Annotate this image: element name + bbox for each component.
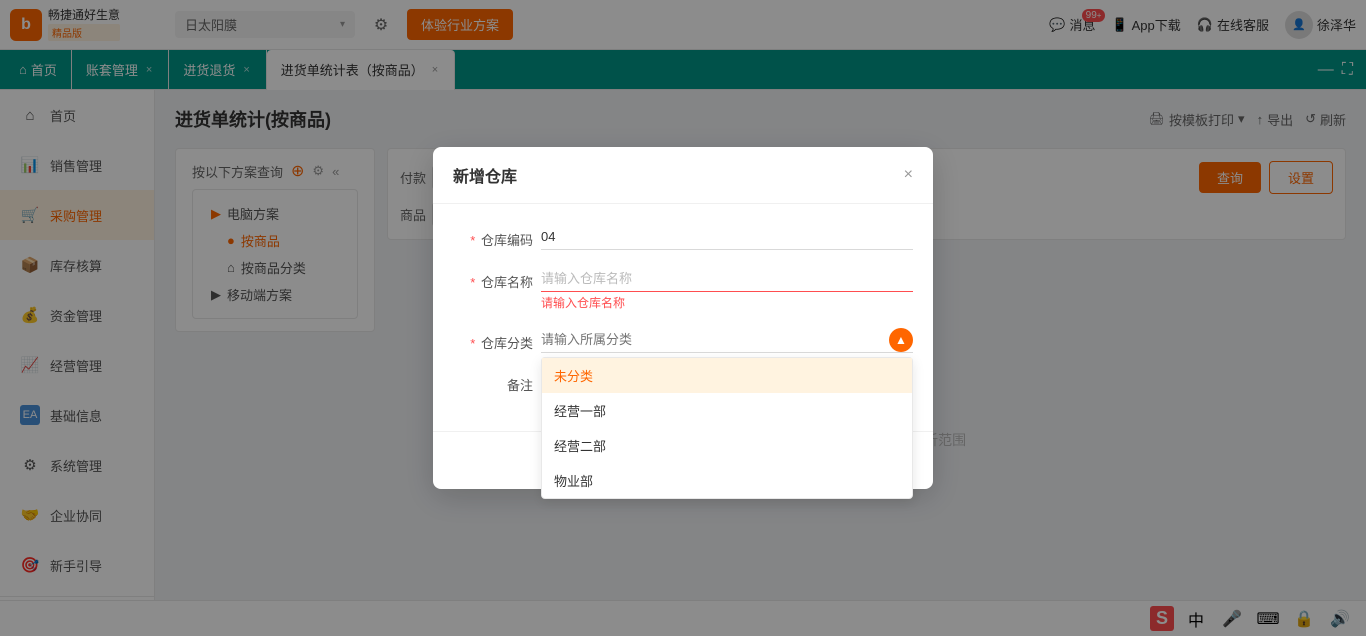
remark-label: 备注 [453,369,533,394]
warehouse-code-row: * 仓库编码 [453,224,913,250]
modal-body: * 仓库编码 * 仓库名称 请输入仓库名称 [433,204,933,431]
modal-overlay: 新增仓库 × * 仓库编码 * 仓库名称 [0,0,1366,636]
modal-title: 新增仓库 [453,163,517,187]
warehouse-category-select-wrap: ▲ 未分类 经营一部 经营二部 物业部 [541,327,913,353]
dropdown-item-unclassified[interactable]: 未分类 [542,358,912,393]
warehouse-name-row: * 仓库名称 请输入仓库名称 [453,266,913,311]
warehouse-code-input[interactable] [541,224,913,250]
dropdown-item-dept2[interactable]: 经营二部 [542,428,912,463]
warehouse-code-field [541,224,913,250]
modal-header: 新增仓库 × [433,147,933,204]
modal: 新增仓库 × * 仓库编码 * 仓库名称 [433,147,933,489]
warehouse-name-error: 请输入仓库名称 [541,294,913,311]
category-dropdown-toggle[interactable]: ▲ [889,328,913,352]
warehouse-name-field: 请输入仓库名称 [541,266,913,311]
warehouse-name-input[interactable] [541,266,913,292]
modal-close-button[interactable]: × [904,167,913,183]
warehouse-category-input[interactable] [541,327,913,353]
dropdown-item-dept1[interactable]: 经营一部 [542,393,912,428]
warehouse-code-label: * 仓库编码 [453,224,533,249]
category-dropdown-list: 未分类 经营一部 经营二部 物业部 [541,357,913,499]
warehouse-category-row: * 仓库分类 ▲ 未分类 经营一部 经营二部 物业部 [453,327,913,353]
warehouse-name-label: * 仓库名称 [453,266,533,291]
dropdown-item-dept3[interactable]: 物业部 [542,463,912,498]
warehouse-category-label: * 仓库分类 [453,327,533,352]
